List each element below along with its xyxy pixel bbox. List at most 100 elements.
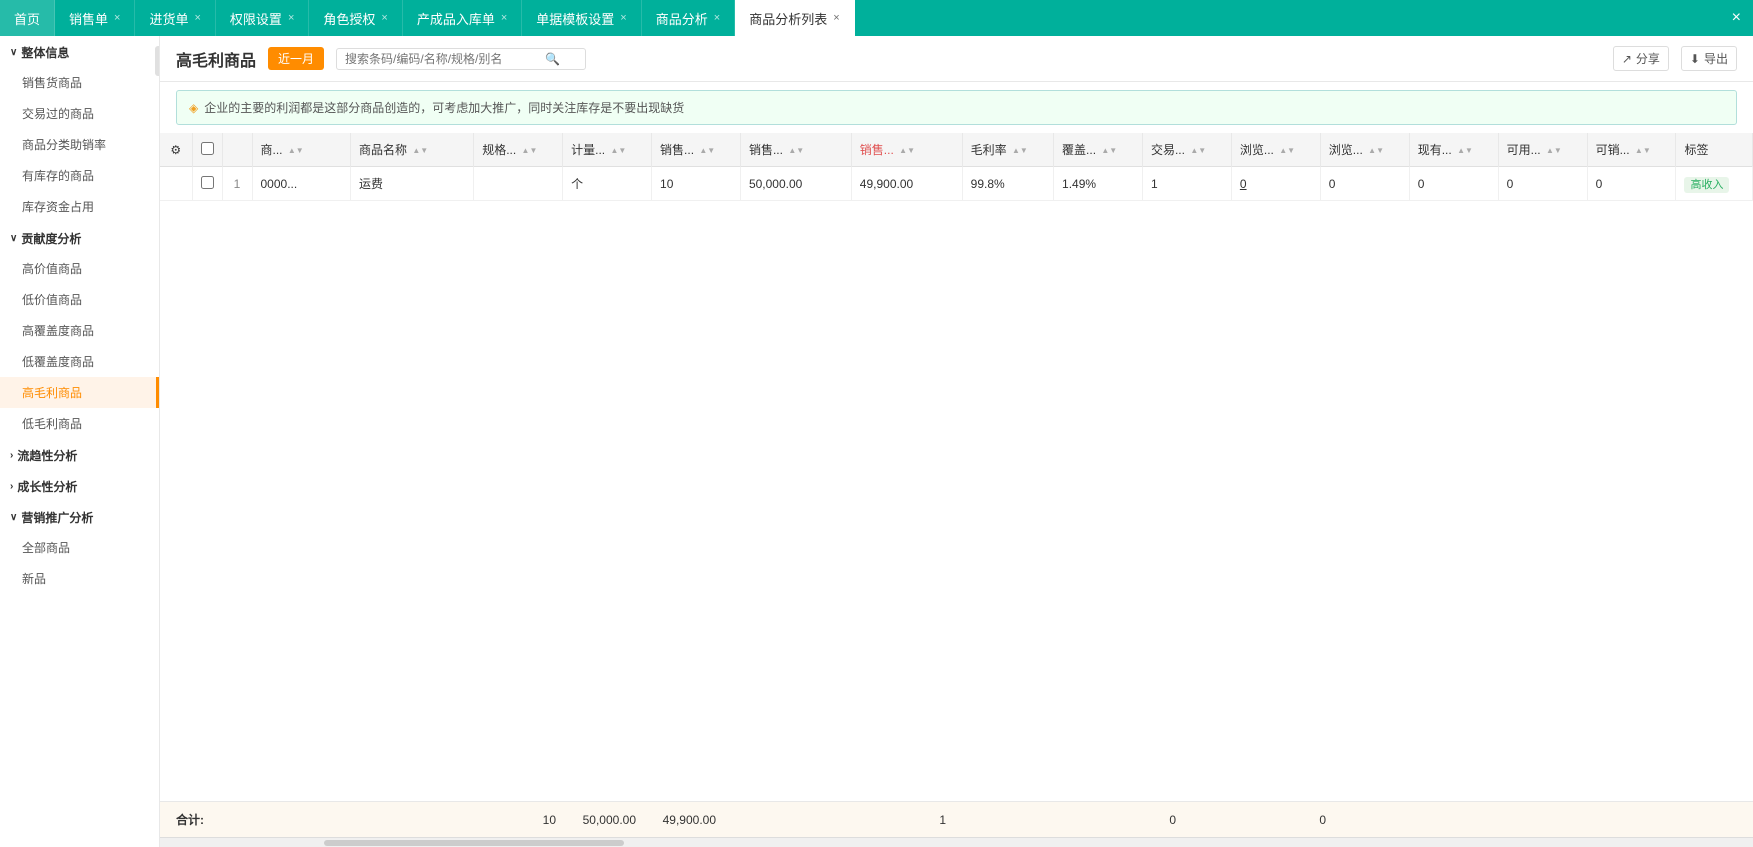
col-sales-qty[interactable]: 销售... ▲▼ (652, 133, 741, 167)
nav-template-settings[interactable]: 单据模板设置 × (522, 0, 641, 36)
col-sales-amount[interactable]: 销售... ▲▼ (740, 133, 851, 167)
bottom-scrollbar[interactable] (160, 837, 1753, 847)
col-browse2[interactable]: 浏览... ▲▼ (1320, 133, 1409, 167)
sort-current-stock-icon[interactable]: ▲▼ (1457, 146, 1473, 155)
group-arrow-overall: ∨ (10, 47, 17, 58)
row-checkbox[interactable] (201, 176, 214, 189)
sort-sales-profit-icon[interactable]: ▲▼ (899, 146, 915, 155)
row-browse1-cell[interactable]: 0 (1231, 167, 1320, 201)
row-settings-cell (160, 167, 192, 201)
select-all-checkbox[interactable] (201, 142, 214, 155)
col-sales-profit[interactable]: 销售... ▲▼ (851, 133, 962, 167)
col-name[interactable]: 商品名称 ▲▼ (351, 133, 474, 167)
col-current-stock[interactable]: 现有... ▲▼ (1409, 133, 1498, 167)
sidebar-collapse-button[interactable]: « (155, 46, 160, 76)
table-header-row: ⚙ 商... ▲▼ 商品名称 ▲▼ (160, 133, 1753, 167)
close-analysis-icon[interactable]: × (714, 12, 720, 24)
close-roles-icon[interactable]: × (381, 12, 387, 24)
close-warehouse-icon[interactable]: × (501, 12, 507, 24)
col-settings[interactable]: ⚙ (160, 133, 192, 167)
close-template-icon[interactable]: × (620, 12, 626, 24)
sidebar-item-low-value[interactable]: 低价值商品 (0, 284, 159, 315)
sort-coverage-icon[interactable]: ▲▼ (1101, 146, 1117, 155)
close-purchase-icon[interactable]: × (194, 12, 200, 24)
sort-transaction-icon[interactable]: ▲▼ (1190, 146, 1206, 155)
sidebar-item-high-coverage[interactable]: 高覆盖度商品 (0, 315, 159, 346)
col-transaction[interactable]: 交易... ▲▼ (1142, 133, 1231, 167)
share-button[interactable]: ↗ 分享 (1613, 46, 1669, 71)
close-analysis-list-icon[interactable]: × (833, 12, 839, 24)
row-checkbox-cell[interactable] (192, 167, 222, 201)
filter-recent-month-button[interactable]: 近一月 (268, 47, 324, 70)
sidebar-item-category-rate[interactable]: 商品分类助销率 (0, 129, 159, 160)
footer-sales-qty: 10 (484, 813, 564, 827)
nav-analysis-list[interactable]: 商品分析列表 × (735, 0, 854, 36)
sort-code-icon[interactable]: ▲▼ (288, 146, 304, 155)
sort-unit-icon[interactable]: ▲▼ (610, 146, 626, 155)
search-input[interactable] (345, 52, 545, 66)
col-browse1[interactable]: 浏览... ▲▼ (1231, 133, 1320, 167)
sidebar-item-low-coverage[interactable]: 低覆盖度商品 (0, 346, 159, 377)
content-area: 高毛利商品 近一月 🔍 ↗ 分享 ⬇ 导出 ◈ 企业的主要的利润都是这部分商品创… (160, 36, 1753, 847)
col-tag[interactable]: 标签 (1676, 133, 1753, 167)
col-saleable[interactable]: 可销... ▲▼ (1587, 133, 1676, 167)
nav-purchase-order[interactable]: 进货单 × (135, 0, 215, 36)
footer-spacer3 (954, 813, 1104, 827)
export-button[interactable]: ⬇ 导出 (1681, 46, 1737, 71)
col-spec[interactable]: 规格... ▲▼ (474, 133, 563, 167)
nav-roles[interactable]: 角色授权 × (309, 0, 402, 36)
col-code[interactable]: 商... ▲▼ (252, 133, 351, 167)
nav-home[interactable]: 首页 (0, 0, 55, 36)
sidebar-group-growth[interactable]: › 成长性分析 (0, 470, 159, 501)
nav-product-analysis[interactable]: 商品分析 × (642, 0, 735, 36)
footer-available: 0 (1254, 813, 1334, 827)
sidebar-item-high-margin[interactable]: 高毛利商品 (0, 377, 159, 408)
sidebar-item-traded-products[interactable]: 交易过的商品 (0, 98, 159, 129)
sidebar-item-sales-products[interactable]: 销售货商品 (0, 67, 159, 98)
close-app-button[interactable]: × (1720, 0, 1753, 36)
col-num (222, 133, 252, 167)
col-coverage[interactable]: 覆盖... ▲▼ (1054, 133, 1143, 167)
sort-browse1-icon[interactable]: ▲▼ (1279, 146, 1295, 155)
scrollbar-thumb[interactable] (324, 840, 624, 846)
nav-sales-order[interactable]: 销售单 × (55, 0, 135, 36)
sidebar-group-marketing[interactable]: ∨ 营销推广分析 (0, 501, 159, 532)
nav-permissions[interactable]: 权限设置 × (216, 0, 309, 36)
sort-gross-margin-icon[interactable]: ▲▼ (1012, 146, 1028, 155)
col-checkbox[interactable] (192, 133, 222, 167)
sort-available-icon[interactable]: ▲▼ (1546, 146, 1562, 155)
total-label: 合计: (176, 811, 204, 828)
sidebar-group-overall[interactable]: ∨ 整体信息 (0, 36, 159, 67)
main-layout: « ∨ 整体信息 销售货商品 交易过的商品 商品分类助销率 有库存的商品 库存资… (0, 36, 1753, 847)
sidebar-group-contribution[interactable]: ∨ 贡献度分析 (0, 222, 159, 253)
sidebar-group-trend[interactable]: › 流趋性分析 (0, 439, 159, 470)
sort-sales-amount-icon[interactable]: ▲▼ (788, 146, 804, 155)
sort-spec-icon[interactable]: ▲▼ (522, 146, 538, 155)
sidebar-item-low-margin[interactable]: 低毛利商品 (0, 408, 159, 439)
search-icon[interactable]: 🔍 (545, 52, 560, 66)
export-icon: ⬇ (1690, 52, 1700, 66)
nav-product-warehouse[interactable]: 产成品入库单 × (403, 0, 522, 36)
col-gross-margin[interactable]: 毛利率 ▲▼ (962, 133, 1053, 167)
sort-sales-qty-icon[interactable]: ▲▼ (699, 146, 715, 155)
footer-spacer4 (1184, 813, 1254, 827)
col-available[interactable]: 可用... ▲▼ (1498, 133, 1587, 167)
sidebar-item-high-value[interactable]: 高价值商品 (0, 253, 159, 284)
row-name-cell: 运费 (351, 167, 474, 201)
sidebar-item-in-stock[interactable]: 有库存的商品 (0, 160, 159, 191)
data-table: ⚙ 商... ▲▼ 商品名称 ▲▼ (160, 133, 1753, 201)
sort-browse2-icon[interactable]: ▲▼ (1368, 146, 1384, 155)
row-tag-cell: 高收入 (1676, 167, 1753, 201)
close-sales-order-icon[interactable]: × (114, 12, 120, 24)
sidebar-item-new-products[interactable]: 新品 (0, 563, 159, 594)
sidebar-item-stock-capital[interactable]: 库存资金占用 (0, 191, 159, 222)
sort-name-icon[interactable]: ▲▼ (412, 146, 428, 155)
row-spec-cell (474, 167, 563, 201)
sidebar-item-all-products[interactable]: 全部商品 (0, 532, 159, 563)
footer-spacer (234, 813, 484, 827)
close-permissions-icon[interactable]: × (288, 12, 294, 24)
row-available-cell: 0 (1498, 167, 1587, 201)
col-unit[interactable]: 计量... ▲▼ (563, 133, 652, 167)
top-nav: 首页 销售单 × 进货单 × 权限设置 × 角色授权 × 产成品入库单 × 单据… (0, 0, 1753, 36)
sort-saleable-icon[interactable]: ▲▼ (1635, 146, 1651, 155)
